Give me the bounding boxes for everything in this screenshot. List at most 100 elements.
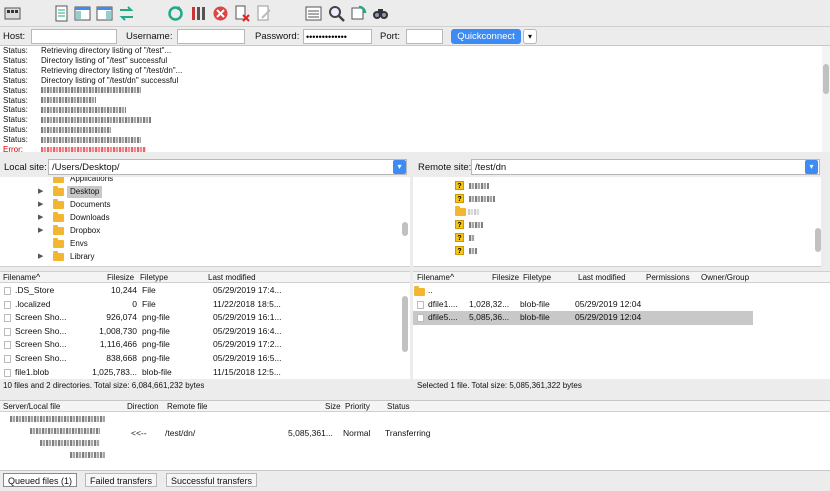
column-header[interactable]: Filename [417, 273, 450, 282]
unknown-folder-icon: ? [455, 194, 464, 203]
expand-arrow-icon[interactable]: ▶ [38, 212, 43, 224]
folder-icon [53, 177, 64, 183]
remote-tree-icon[interactable] [95, 4, 114, 23]
expand-arrow-icon[interactable]: ▶ [38, 225, 43, 237]
file-row[interactable]: .localized 0 File 11/22/2018 18:5... [0, 298, 400, 312]
reconnect-icon[interactable] [255, 4, 274, 23]
file-size: 1,008,730 [99, 325, 137, 336]
quickconnect-history-dropdown[interactable]: ▾ [523, 29, 537, 44]
column-header[interactable]: Filesize [107, 273, 134, 282]
process-queue-icon[interactable] [189, 4, 208, 23]
file-icon [4, 314, 11, 323]
tree-node[interactable]: ▶ Documents [38, 199, 398, 211]
queue-remote-file: /test/dn/ [165, 428, 196, 438]
expand-arrow-icon[interactable]: ▶ [38, 251, 43, 263]
compare-icon[interactable] [327, 4, 346, 23]
remote-tree-scrollbar[interactable] [815, 228, 821, 252]
queue-header: Server/Local file Direction Remote file Siz… [0, 400, 830, 412]
file-row[interactable]: .. [413, 284, 753, 298]
file-icon [4, 341, 11, 350]
host-input[interactable] [31, 29, 117, 44]
file-row[interactable]: Screen Sho... 1,116,466 png-file 05/29/2019… [0, 338, 400, 352]
local-path-dropdown[interactable]: ▾ [393, 160, 406, 174]
tree-node[interactable]: ? [455, 219, 655, 231]
queue-column-header[interactable]: Priority [345, 402, 370, 411]
expand-arrow-icon[interactable]: ▶ [38, 186, 43, 198]
log-text-redacted [41, 107, 126, 114]
column-header[interactable]: Owner/Group [701, 273, 749, 282]
search-icon[interactable] [371, 4, 390, 23]
local-tree-icon[interactable] [73, 4, 92, 23]
filter-icon[interactable] [304, 4, 323, 23]
folder-icon [53, 186, 64, 196]
sync-browse-icon[interactable] [349, 4, 368, 23]
tree-node[interactable]: ▶ Dropbox [38, 225, 398, 237]
column-header[interactable]: Last modified [578, 273, 626, 282]
file-name: file1.blob [15, 366, 50, 377]
local-tree-scrollbar[interactable] [402, 222, 408, 236]
file-row[interactable]: Screen Sho... 926,074 png-file 05/29/2019 1… [0, 311, 400, 325]
queue-column-header[interactable]: Remote file [167, 402, 207, 411]
transfer-queue-icon[interactable] [117, 4, 136, 23]
queue-column-header[interactable]: Server/Local file [3, 402, 60, 411]
file-modified: 11/15/2018 12:5... [213, 366, 281, 377]
password-input[interactable] [303, 29, 372, 44]
log-scrollbar-thumb[interactable] [823, 64, 829, 94]
file-row[interactable]: dfile5.... 5,085,36... blob-file 05/29/2019… [413, 311, 753, 325]
expand-arrow-icon[interactable]: ▶ [38, 199, 43, 211]
log-line: Status: [3, 135, 141, 144]
file-row[interactable]: file1.blob 1,025,783... blob-file 11/15/201… [0, 366, 400, 379]
tree-node[interactable]: ? [455, 193, 655, 205]
tab-failed-transfers[interactable]: Failed transfers [85, 473, 158, 487]
file-icon [417, 300, 424, 309]
host-label: Host: [3, 31, 26, 42]
tree-node[interactable]: ? [455, 180, 655, 192]
quickconnect-button[interactable]: Quickconnect [451, 29, 521, 44]
tree-node[interactable]: ▶ Desktop [38, 186, 398, 198]
refresh-icon[interactable] [166, 4, 185, 23]
message-log-icon[interactable] [52, 4, 71, 23]
cancel-icon[interactable] [211, 4, 230, 23]
log-scrollbar[interactable] [822, 46, 830, 152]
file-type: png-file [142, 325, 170, 336]
file-row[interactable]: dfile1.... 1,028,32... blob-file 05/29/2019… [413, 298, 753, 312]
file-row[interactable]: Screen Sho... 838,668 png-file 05/29/2019 1… [0, 352, 400, 366]
column-header[interactable]: Filesize [492, 273, 519, 282]
queue-column-header[interactable]: Status [387, 402, 410, 411]
column-header[interactable]: Last modified [208, 273, 256, 282]
column-header[interactable]: Permissions [646, 273, 690, 282]
tree-node[interactable]: Envs [38, 238, 398, 250]
file-row[interactable]: .DS_Store 10,244 File 05/29/2019 17:4... [0, 284, 400, 298]
local-path-input[interactable]: /Users/Desktop/ [48, 159, 407, 175]
column-header[interactable]: Filetype [140, 273, 168, 282]
column-header[interactable]: Filename [3, 273, 36, 282]
queue-priority: Normal [343, 428, 371, 438]
tree-node[interactable]: ▶ Library [38, 251, 398, 263]
folder-icon [53, 238, 64, 248]
local-list-scrollbar[interactable] [402, 296, 408, 352]
tab-successful-transfers[interactable]: Successful transfers [166, 473, 258, 487]
tree-node[interactable]: ▶ Downloads [38, 212, 398, 224]
folder-icon [455, 206, 466, 216]
folder-icon [53, 251, 64, 261]
log-text-redacted [41, 136, 141, 143]
disconnect-icon[interactable] [233, 4, 252, 23]
remote-path-dropdown[interactable]: ▾ [805, 160, 818, 174]
column-header[interactable]: Filetype [523, 273, 551, 282]
site-manager-icon[interactable] [3, 4, 22, 23]
file-row[interactable]: Screen Sho... 1,008,730 png-file 05/29/2019… [0, 325, 400, 339]
tree-node[interactable]: ? [455, 232, 655, 244]
queue-column-header[interactable]: Direction [127, 402, 159, 411]
remote-summary: Selected 1 file. Total size: 5,085,361,3… [417, 381, 582, 390]
tab-queued-files[interactable]: Queued files (1) [3, 473, 78, 487]
tree-node[interactable]: Applications [38, 177, 398, 185]
tree-node[interactable]: ? [455, 245, 655, 257]
queue-direction: <<-- [131, 428, 147, 438]
tree-node[interactable] [455, 206, 655, 218]
local-directory-tree: Applications ▶ Desktop ▶ Documents ▶ Downloads… [0, 177, 410, 267]
queue-column-header[interactable]: Size [325, 402, 341, 411]
port-input[interactable] [406, 29, 443, 44]
log-key: Status: [3, 75, 28, 85]
username-input[interactable] [177, 29, 245, 44]
remote-path-input[interactable]: /test/dn [471, 159, 820, 175]
